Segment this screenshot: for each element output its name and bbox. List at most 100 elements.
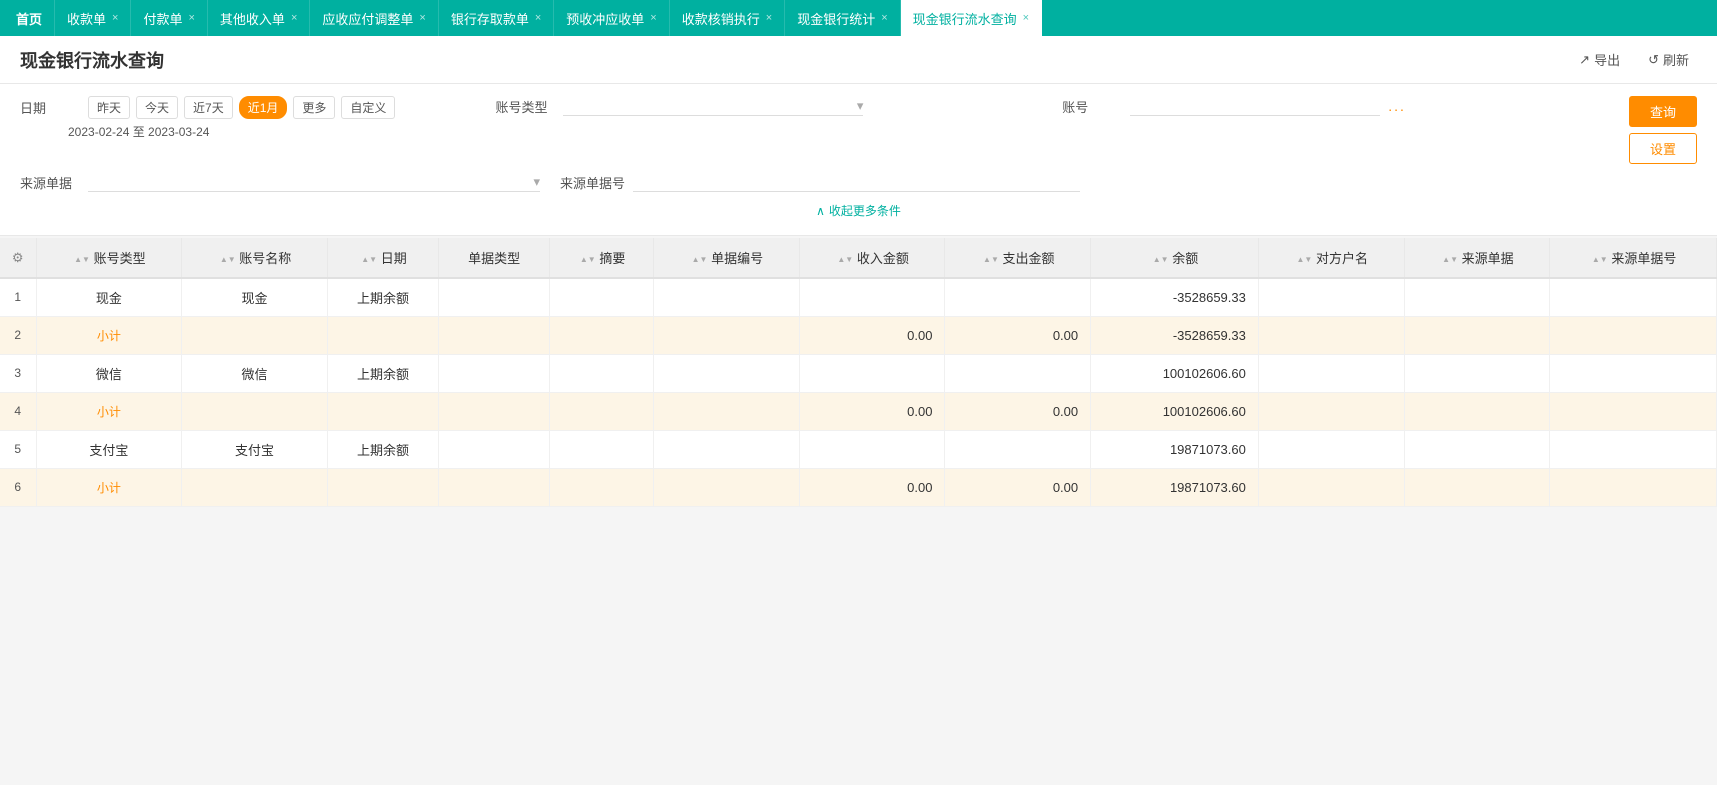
table-cell: [654, 468, 800, 506]
close-icon[interactable]: ×: [881, 12, 887, 24]
table-cell: [1258, 468, 1404, 506]
table-cell: [654, 278, 800, 316]
table-cell: 0.00: [945, 468, 1091, 506]
table-cell: [1550, 354, 1717, 392]
table-cell: 4: [0, 392, 36, 430]
nav-tab-xianjintongji[interactable]: 现金银行统计 ×: [785, 0, 900, 36]
table-cell: 现金: [182, 278, 328, 316]
account-type-dropdown-icon[interactable]: ▾: [857, 98, 864, 114]
table-cell: -3528659.33: [1091, 278, 1259, 316]
table-cell: [945, 430, 1091, 468]
sort-arrows[interactable]: ▲▼: [1592, 256, 1608, 264]
date-btn-7days[interactable]: 近7天: [184, 96, 233, 119]
nav-tab-shoukuandan[interactable]: 收款单 ×: [55, 0, 131, 36]
sort-arrows[interactable]: ▲▼: [837, 256, 853, 264]
col-expense: ▲▼ 支出金额: [945, 238, 1091, 278]
table-cell: [439, 354, 550, 392]
table-cell: [1404, 316, 1550, 354]
sort-arrows[interactable]: ▲▼: [580, 256, 596, 264]
dots-menu[interactable]: ...: [1388, 98, 1406, 114]
source-doc-dropdown-icon[interactable]: ▾: [533, 174, 540, 190]
table-container: ⚙ ▲▼ 账号类型 ▲▼ 账号名称 ▲▼ 日期 单据类型 ▲▼: [0, 238, 1717, 507]
export-icon: ↗: [1579, 52, 1590, 68]
nav-tab-yushouchong[interactable]: 预收冲应收单 ×: [554, 0, 669, 36]
table-cell: [1404, 278, 1550, 316]
date-btn-1month[interactable]: 近1月: [239, 96, 288, 119]
source-doc-input[interactable]: [88, 172, 533, 191]
sort-arrows[interactable]: ▲▼: [692, 256, 708, 264]
close-icon[interactable]: ×: [419, 12, 425, 24]
header-actions: ↗ 导出 ↺ 刷新: [1571, 46, 1697, 73]
close-icon[interactable]: ×: [291, 12, 297, 24]
table-cell: 6: [0, 468, 36, 506]
nav-tab-fukuandan[interactable]: 付款单 ×: [131, 0, 207, 36]
col-balance: ▲▼ 余额: [1091, 238, 1259, 278]
table-row: 6小计0.000.0019871073.60: [0, 468, 1717, 506]
table-cell: 5: [0, 430, 36, 468]
sort-arrows[interactable]: ▲▼: [220, 256, 236, 264]
sort-arrows[interactable]: ▲▼: [1442, 256, 1458, 264]
table-cell: [654, 316, 800, 354]
account-input[interactable]: [1130, 96, 1380, 116]
close-icon[interactable]: ×: [650, 12, 656, 24]
table-cell: [1550, 468, 1717, 506]
table-cell: [1550, 430, 1717, 468]
table-cell: 上期余额: [327, 430, 438, 468]
nav-tab-yinhangcunqu[interactable]: 银行存取款单 ×: [439, 0, 554, 36]
table-cell: [1258, 430, 1404, 468]
sort-arrows[interactable]: ▲▼: [1153, 256, 1169, 264]
account-type-input[interactable]: [563, 96, 856, 115]
date-btn-more[interactable]: 更多: [293, 96, 335, 119]
filter-area: 日期 昨天 今天 近7天 近1月 更多 自定义 2023-02-24 至 202…: [0, 84, 1717, 236]
table-cell: [439, 430, 550, 468]
collapse-label: 收起更多条件: [829, 202, 901, 219]
table-cell: [1404, 468, 1550, 506]
table-cell: 19871073.60: [1091, 468, 1259, 506]
sort-arrows[interactable]: ▲▼: [1296, 256, 1312, 264]
nav-home[interactable]: 首页: [4, 0, 55, 36]
table-row: 2小计0.000.00-3528659.33: [0, 316, 1717, 354]
export-button[interactable]: ↗ 导出: [1571, 46, 1628, 73]
col-source-doc-num: ▲▼ 来源单据号: [1550, 238, 1717, 278]
table-cell: [654, 354, 800, 392]
close-icon[interactable]: ×: [766, 12, 772, 24]
date-btn-yesterday[interactable]: 昨天: [88, 96, 130, 119]
table-cell: 0.00: [799, 392, 945, 430]
table-cell: 100102606.60: [1091, 392, 1259, 430]
table-cell: [1258, 316, 1404, 354]
sort-arrows[interactable]: ▲▼: [361, 256, 377, 264]
close-icon[interactable]: ×: [1023, 12, 1029, 24]
table-cell: 0.00: [945, 392, 1091, 430]
source-doc-label: 来源单据: [20, 173, 80, 192]
date-btn-today[interactable]: 今天: [136, 96, 178, 119]
date-options: 昨天 今天 近7天 近1月 更多 自定义: [88, 96, 395, 119]
query-button[interactable]: 查询: [1629, 96, 1697, 127]
table-cell: 现金: [36, 278, 182, 316]
nav-tab-liushuichaxun[interactable]: 现金银行流水查询 ×: [901, 0, 1042, 36]
table-cell: [1550, 316, 1717, 354]
setting-button[interactable]: 设置: [1629, 133, 1697, 164]
table-cell: [327, 316, 438, 354]
close-icon[interactable]: ×: [112, 12, 118, 24]
table-cell: [1550, 392, 1717, 430]
date-btn-custom[interactable]: 自定义: [341, 96, 395, 119]
col-doc-type: 单据类型: [439, 238, 550, 278]
page-header: 现金银行流水查询 ↗ 导出 ↺ 刷新: [0, 36, 1717, 84]
table-cell: [945, 278, 1091, 316]
table-settings-icon[interactable]: ⚙: [0, 238, 36, 278]
source-doc-number-input[interactable]: [633, 172, 1080, 192]
close-icon[interactable]: ×: [535, 12, 541, 24]
sort-arrows[interactable]: ▲▼: [983, 256, 999, 264]
table-cell: [550, 468, 654, 506]
nav-tab-qitashouru[interactable]: 其他收入单 ×: [208, 0, 310, 36]
nav-tab-yingshoutiaozheng[interactable]: 应收应付调整单 ×: [310, 0, 438, 36]
sort-arrows[interactable]: ▲▼: [74, 256, 90, 264]
collapse-bar[interactable]: ∧ 收起更多条件: [20, 198, 1697, 223]
table-cell: [1258, 278, 1404, 316]
table-cell: [327, 468, 438, 506]
date-label: 日期: [20, 98, 80, 117]
nav-tab-shoukuanzhixing[interactable]: 收款核销执行 ×: [670, 0, 785, 36]
table-cell: 0.00: [799, 316, 945, 354]
refresh-button[interactable]: ↺ 刷新: [1640, 46, 1697, 73]
close-icon[interactable]: ×: [188, 12, 194, 24]
